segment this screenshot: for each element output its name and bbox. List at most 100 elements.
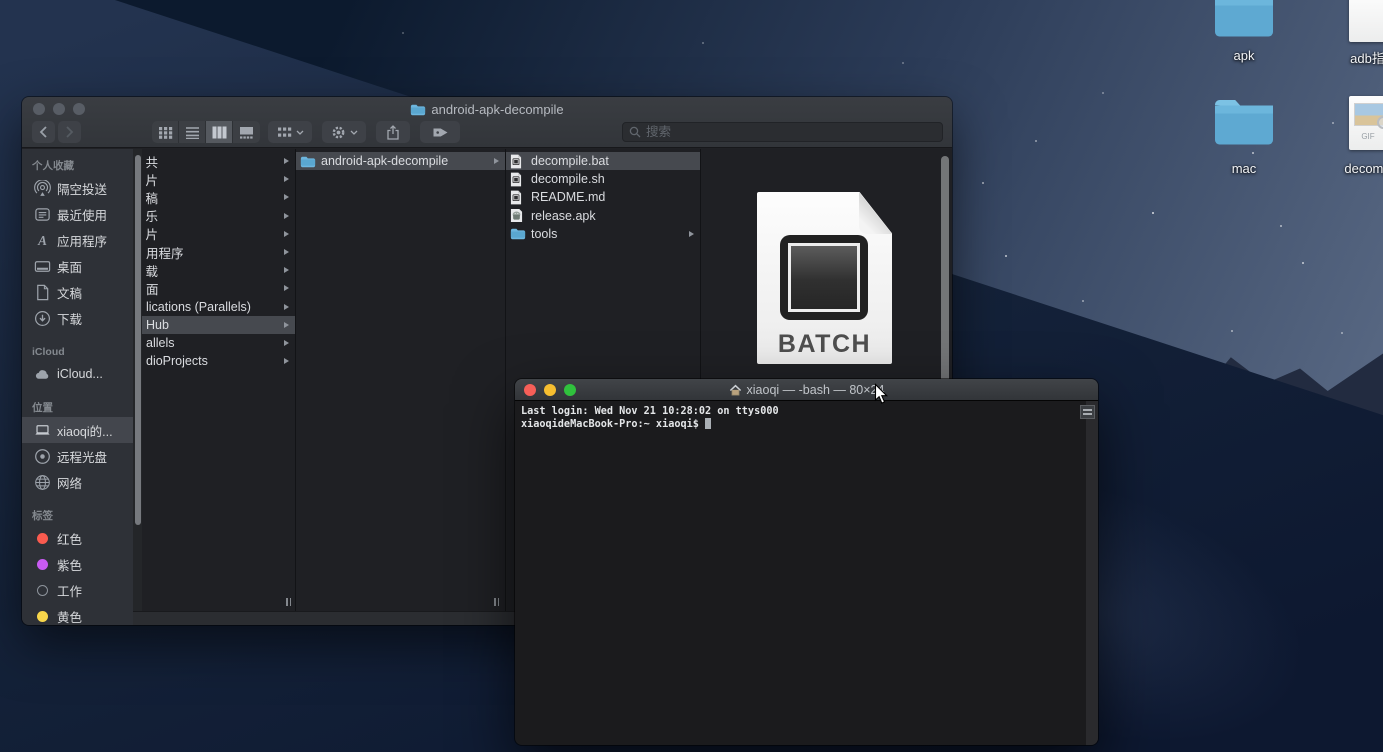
row-label: 载 bbox=[146, 264, 158, 279]
row-label: lications (Parallels) bbox=[146, 299, 251, 314]
gif-badge: GIF bbox=[1361, 132, 1375, 141]
tag-button[interactable] bbox=[420, 121, 460, 143]
desktop-icon-decompile[interactable]: GIF decompile bbox=[1336, 96, 1383, 176]
sidebar-item[interactable]: 远程光盘 bbox=[22, 443, 133, 469]
sidebar-item[interactable]: 最近使用 bbox=[22, 201, 133, 227]
window-title-text: android-apk-decompile bbox=[431, 102, 564, 117]
sidebar-item-label: 网络 bbox=[57, 476, 83, 491]
sidebar-item[interactable]: 网络 bbox=[22, 469, 133, 495]
sidebar-item[interactable]: 下载 bbox=[22, 305, 133, 331]
column-row[interactable]: 乐 bbox=[142, 207, 295, 225]
file-name: decompile.bat bbox=[531, 154, 609, 169]
action-menu-button[interactable] bbox=[322, 121, 366, 143]
split-pane-button[interactable] bbox=[1080, 405, 1095, 419]
list-view-icon bbox=[185, 126, 199, 139]
row-label: 用程序 bbox=[146, 246, 184, 261]
sidebar-item[interactable]: 文稿 bbox=[22, 279, 133, 305]
column-row[interactable]: 面 bbox=[142, 279, 295, 297]
file-name: tools bbox=[531, 226, 558, 241]
column-row[interactable]: dioProjects bbox=[142, 352, 295, 370]
column-row[interactable]: allels bbox=[142, 334, 295, 352]
sidebar-tag-item[interactable]: 工作 bbox=[22, 577, 133, 603]
file-row[interactable]: README.md bbox=[506, 188, 700, 206]
disclosure-chevron-icon bbox=[284, 230, 289, 237]
desktop-icon-apk[interactable]: apk bbox=[1206, 0, 1282, 63]
column-row[interactable]: Hub bbox=[142, 315, 295, 334]
desktop-icon-label: decompile bbox=[1344, 161, 1383, 176]
row-label: allels bbox=[146, 335, 175, 350]
finder-titlebar[interactable]: android-apk-decompile bbox=[22, 97, 952, 148]
view-as-icons-button[interactable] bbox=[152, 121, 179, 143]
forward-button[interactable] bbox=[58, 121, 81, 143]
view-as-list-button[interactable] bbox=[179, 121, 206, 143]
search-field bbox=[622, 122, 943, 142]
view-as-columns-button[interactable] bbox=[206, 121, 233, 143]
group-by-button[interactable] bbox=[268, 121, 312, 143]
search-input[interactable] bbox=[646, 125, 936, 139]
sidebar-item-label: 桌面 bbox=[57, 260, 83, 275]
sidebar-item[interactable]: 隔空投送 bbox=[22, 175, 133, 201]
batch-terminal-glyph bbox=[780, 235, 868, 320]
sidebar-item-label: 远程光盘 bbox=[57, 450, 108, 465]
desktop-icon-adb[interactable]: adb指令 bbox=[1336, 0, 1383, 67]
scrollbar-thumb[interactable] bbox=[134, 155, 141, 525]
sidebar-item-icon bbox=[33, 205, 51, 223]
sidebar-item[interactable]: xiaoqi的... bbox=[22, 417, 133, 443]
sidebar-item-label: 文稿 bbox=[57, 286, 83, 301]
home-icon bbox=[729, 384, 741, 396]
sidebar-item-icon bbox=[33, 257, 51, 275]
terminal-line: Last login: Wed Nov 21 10:28:02 on ttys0… bbox=[521, 406, 779, 417]
sidebar-tag-item[interactable]: 黄色 bbox=[22, 603, 133, 625]
column-row[interactable]: 片 bbox=[142, 170, 295, 188]
share-button[interactable] bbox=[376, 121, 410, 143]
column-row[interactable]: 片 bbox=[142, 225, 295, 243]
mouse-cursor bbox=[874, 383, 889, 410]
disclosure-chevron-icon bbox=[284, 358, 289, 365]
terminal-block-cursor bbox=[704, 418, 712, 429]
column-row[interactable]: 稿 bbox=[142, 188, 295, 206]
document-icon bbox=[1349, 0, 1383, 42]
finder-sidebar: 个人收藏 隔空投送 最近使用 A 应用程序 桌面 文稿 下载 iCloud iC… bbox=[22, 149, 133, 625]
column-row[interactable]: android-apk-decompile bbox=[296, 152, 505, 171]
column-view-icon bbox=[212, 126, 226, 138]
tag-color-dot bbox=[36, 558, 48, 570]
column-row[interactable]: 共 bbox=[142, 152, 295, 170]
column-resize-handle[interactable] bbox=[494, 598, 502, 606]
sidebar-item-label: 红色 bbox=[57, 532, 83, 547]
file-row[interactable]: decompile.bat bbox=[506, 152, 700, 171]
column-row[interactable]: 用程序 bbox=[142, 243, 295, 261]
view-as-gallery-button[interactable] bbox=[233, 121, 260, 143]
sidebar-tag-item[interactable]: 红色 bbox=[22, 525, 133, 551]
column-resize-handle[interactable] bbox=[286, 598, 294, 606]
sidebar-item-icon bbox=[33, 473, 51, 491]
file-name: release.apk bbox=[531, 208, 596, 223]
folder-icon bbox=[300, 155, 316, 168]
sidebar-section-favorites: 个人收藏 bbox=[32, 160, 74, 172]
batch-type-label: BATCH bbox=[777, 330, 872, 358]
desktop-icon-mac[interactable]: mac bbox=[1206, 96, 1282, 176]
file-row[interactable]: release.apk bbox=[506, 207, 700, 225]
sidebar-item-label: 下载 bbox=[57, 312, 83, 327]
file-row[interactable]: decompile.sh bbox=[506, 170, 700, 188]
sidebar-item[interactable]: 桌面 bbox=[22, 253, 133, 279]
sidebar-item[interactable]: iCloud... bbox=[22, 361, 133, 387]
terminal-titlebar[interactable]: xiaoqi — -bash — 80×24 bbox=[515, 379, 1098, 401]
file-icon bbox=[510, 190, 526, 205]
sidebar-scrollbar[interactable] bbox=[133, 149, 142, 625]
sidebar-item-icon: A bbox=[33, 231, 51, 249]
column-row[interactable]: lications (Parallels) bbox=[142, 298, 295, 316]
disclosure-chevron-icon bbox=[689, 230, 694, 237]
svg-text:A: A bbox=[37, 232, 47, 247]
terminal-scrollbar[interactable] bbox=[1086, 401, 1098, 745]
terminal-content[interactable]: Last login: Wed Nov 21 10:28:02 on ttys0… bbox=[515, 401, 1098, 745]
column-parents: 共 片 稿 乐 片 用程序 载 面 lications (Parallels) … bbox=[142, 149, 295, 611]
column-row[interactable]: 载 bbox=[142, 261, 295, 279]
desktop: apk adb指令 mac GIF decompile android-ap bbox=[0, 0, 1383, 752]
sidebar-section-icloud: iCloud bbox=[32, 346, 65, 358]
sidebar-tag-item[interactable]: 紫色 bbox=[22, 551, 133, 577]
row-label: 稿 bbox=[146, 191, 158, 206]
sidebar-item[interactable]: A 应用程序 bbox=[22, 227, 133, 253]
back-button[interactable] bbox=[32, 121, 55, 143]
file-row[interactable]: tools bbox=[506, 225, 700, 243]
disclosure-chevron-icon bbox=[284, 176, 289, 183]
